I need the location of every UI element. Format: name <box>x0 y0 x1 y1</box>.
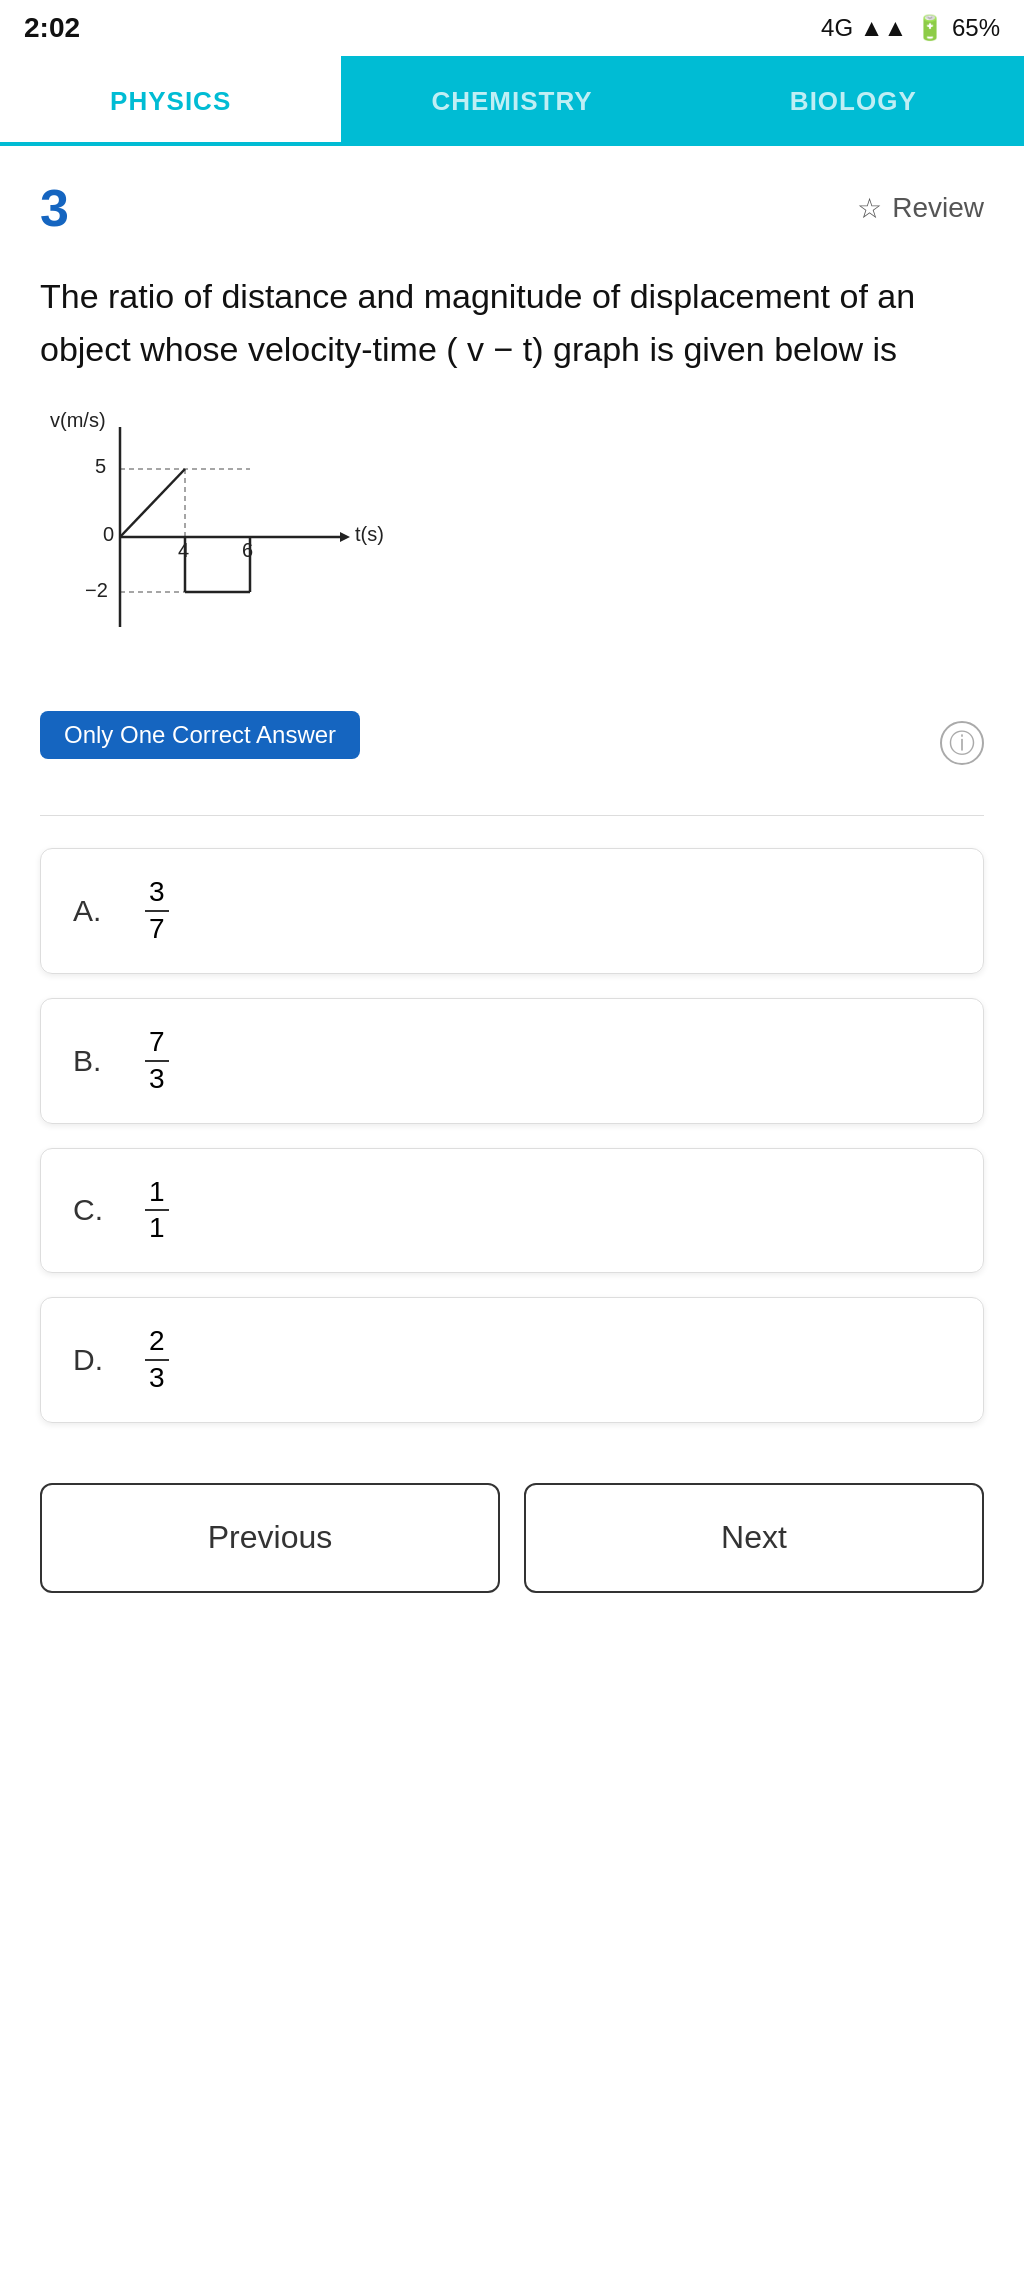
svg-text:−2: −2 <box>85 579 108 601</box>
svg-text:6: 6 <box>242 539 253 561</box>
option-b-value: 7 3 <box>145 1027 169 1095</box>
nav-buttons: Previous Next <box>40 1483 984 1653</box>
graph-container: v(m/s) 5 0 −2 4 <box>40 407 984 671</box>
tab-physics[interactable]: PHYSICS <box>0 56 341 146</box>
option-c[interactable]: C. 1 1 <box>40 1148 984 1274</box>
status-icons: 4G ▲▲ 🔋 65% <box>821 14 1000 42</box>
option-d-value: 2 3 <box>145 1326 169 1394</box>
status-bar: 2:02 4G ▲▲ 🔋 65% <box>0 0 1024 56</box>
option-b[interactable]: B. 7 3 <box>40 998 984 1124</box>
status-time: 2:02 <box>24 12 80 44</box>
star-icon: ☆ <box>857 192 882 225</box>
network-icon: 4G ▲▲ <box>821 14 907 42</box>
main-content: 3 ☆ Review The ratio of distance and mag… <box>0 146 1024 1685</box>
previous-button[interactable]: Previous <box>40 1483 500 1593</box>
tab-chemistry[interactable]: CHEMISTRY <box>341 56 682 146</box>
info-icon[interactable]: ⓘ <box>940 721 984 765</box>
option-c-value: 1 1 <box>145 1177 169 1245</box>
option-a-label: A. <box>73 894 121 928</box>
question-header: 3 ☆ Review <box>40 178 984 238</box>
review-button[interactable]: ☆ Review <box>857 192 984 225</box>
svg-marker-7 <box>340 532 350 542</box>
svg-text:t(s): t(s) <box>355 523 384 545</box>
tab-biology[interactable]: BIOLOGY <box>683 56 1024 146</box>
velocity-time-graph: v(m/s) 5 0 −2 4 <box>40 407 400 667</box>
option-a[interactable]: A. 3 7 <box>40 848 984 974</box>
tab-bar: PHYSICS CHEMISTRY BIOLOGY <box>0 56 1024 146</box>
question-number: 3 <box>40 178 69 238</box>
question-text: The ratio of distance and magnitude of d… <box>40 270 984 375</box>
option-d[interactable]: D. 2 3 <box>40 1297 984 1423</box>
svg-text:4: 4 <box>178 539 189 561</box>
divider <box>40 815 984 816</box>
option-b-label: B. <box>73 1044 121 1078</box>
svg-text:5: 5 <box>95 455 106 477</box>
next-button[interactable]: Next <box>524 1483 984 1593</box>
svg-line-14 <box>120 469 185 537</box>
review-label: Review <box>892 192 984 224</box>
battery-icon: 🔋 65% <box>915 14 1000 42</box>
options-list: A. 3 7 B. 7 3 C. 1 1 D. 2 3 <box>40 848 984 1422</box>
badge-row: Only One Correct Answer ⓘ <box>40 711 984 775</box>
svg-text:v(m/s): v(m/s) <box>50 409 106 431</box>
option-d-label: D. <box>73 1343 121 1377</box>
option-a-value: 3 7 <box>145 877 169 945</box>
svg-text:0: 0 <box>103 523 114 545</box>
answer-type-badge: Only One Correct Answer <box>40 711 360 759</box>
option-c-label: C. <box>73 1193 121 1227</box>
